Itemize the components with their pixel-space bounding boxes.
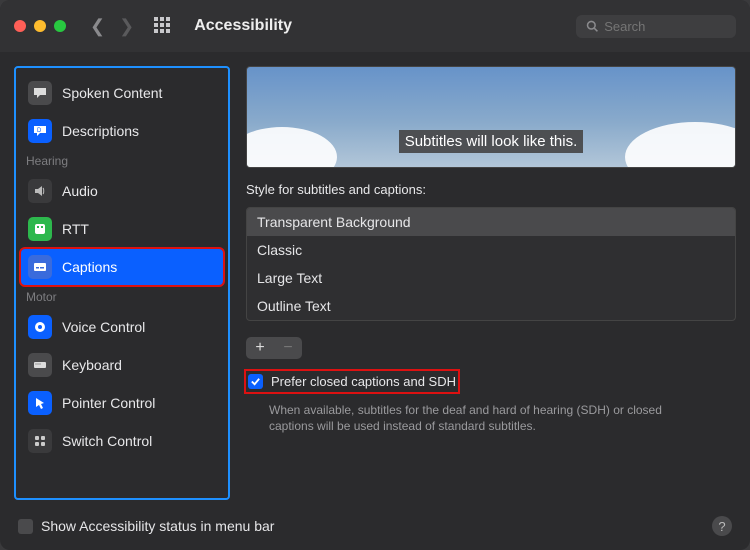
style-section-label: Style for subtitles and captions: <box>246 182 736 197</box>
minimize-window-button[interactable] <box>34 20 46 32</box>
sidebar-item-label: Descriptions <box>62 123 139 139</box>
help-button[interactable]: ? <box>712 516 732 536</box>
sidebar-item-label: Spoken Content <box>62 85 162 101</box>
search-input[interactable] <box>604 19 726 34</box>
window-controls <box>14 20 66 32</box>
style-option-outline[interactable]: Outline Text <box>247 292 735 320</box>
nav-buttons: ❮ ❯ <box>90 16 134 37</box>
sidebar-group-motor: Motor <box>20 286 224 308</box>
sidebar-item-label: Pointer Control <box>62 395 155 411</box>
sidebar-item-audio[interactable]: Audio <box>20 172 224 210</box>
sidebar-item-captions[interactable]: Captions <box>20 248 224 286</box>
sidebar-item-label: Audio <box>62 183 98 199</box>
show-status-label: Show Accessibility status in menu bar <box>41 518 274 534</box>
style-option-classic[interactable]: Classic <box>247 236 735 264</box>
search-icon <box>586 19 598 33</box>
subtitle-preview: Subtitles will look like this. <box>246 66 736 168</box>
prefer-sdh-row[interactable]: Prefer closed captions and SDH <box>246 371 458 392</box>
captions-pane: Subtitles will look like this. Style for… <box>246 66 736 500</box>
sidebar: Spoken Content D Descriptions Hearing Au… <box>14 66 230 500</box>
close-window-button[interactable] <box>14 20 26 32</box>
forward-button[interactable]: ❯ <box>119 16 134 37</box>
speech-bubble-icon <box>28 81 52 105</box>
description-bubble-icon: D <box>28 119 52 143</box>
titlebar: ❮ ❯ Accessibility <box>0 0 750 52</box>
show-status-checkbox[interactable] <box>18 519 33 534</box>
rtt-phone-icon <box>28 217 52 241</box>
sidebar-item-label: Keyboard <box>62 357 122 373</box>
zoom-window-button[interactable] <box>54 20 66 32</box>
sidebar-item-spoken-content[interactable]: Spoken Content <box>20 74 224 112</box>
style-option-large[interactable]: Large Text <box>247 264 735 292</box>
svg-text:D: D <box>37 128 42 134</box>
cloud-decor <box>625 122 736 168</box>
sidebar-item-rtt[interactable]: RTT <box>20 210 224 248</box>
sidebar-item-label: RTT <box>62 221 89 237</box>
remove-style-button[interactable]: − <box>274 337 302 359</box>
checkmark-icon <box>250 376 261 387</box>
cloud-decor <box>246 127 337 168</box>
prefer-sdh-checkbox[interactable] <box>248 374 263 389</box>
window-title: Accessibility <box>194 17 564 35</box>
prefer-sdh-label: Prefer closed captions and SDH <box>271 374 456 389</box>
sidebar-item-keyboard[interactable]: Keyboard <box>20 346 224 384</box>
show-all-icon[interactable] <box>154 17 172 35</box>
sidebar-item-label: Voice Control <box>62 319 145 335</box>
sidebar-item-pointer-control[interactable]: Pointer Control <box>20 384 224 422</box>
sidebar-item-descriptions[interactable]: D Descriptions <box>20 112 224 150</box>
prefer-sdh-description: When available, subtitles for the deaf a… <box>246 402 666 434</box>
switch-control-icon <box>28 429 52 453</box>
speaker-icon <box>28 179 52 203</box>
sidebar-item-voice-control[interactable]: Voice Control <box>20 308 224 346</box>
sidebar-item-label: Switch Control <box>62 433 152 449</box>
sidebar-item-switch-control[interactable]: Switch Control <box>20 422 224 460</box>
sidebar-item-label: Captions <box>62 259 117 275</box>
pointer-icon <box>28 391 52 415</box>
style-list[interactable]: Transparent Background Classic Large Tex… <box>246 207 736 321</box>
voice-control-icon <box>28 315 52 339</box>
style-add-remove: + − <box>246 337 736 359</box>
accessibility-preferences-window: ❮ ❯ Accessibility Spoken Content D D <box>0 0 750 550</box>
back-button[interactable]: ❮ <box>90 16 105 37</box>
subtitle-sample-text: Subtitles will look like this. <box>399 130 584 153</box>
search-field[interactable] <box>576 15 736 38</box>
footer: Show Accessibility status in menu bar ? <box>0 510 750 550</box>
style-option-transparent[interactable]: Transparent Background <box>247 208 735 236</box>
add-style-button[interactable]: + <box>246 337 274 359</box>
keyboard-icon <box>28 353 52 377</box>
sidebar-group-hearing: Hearing <box>20 150 224 172</box>
captions-icon <box>28 255 52 279</box>
